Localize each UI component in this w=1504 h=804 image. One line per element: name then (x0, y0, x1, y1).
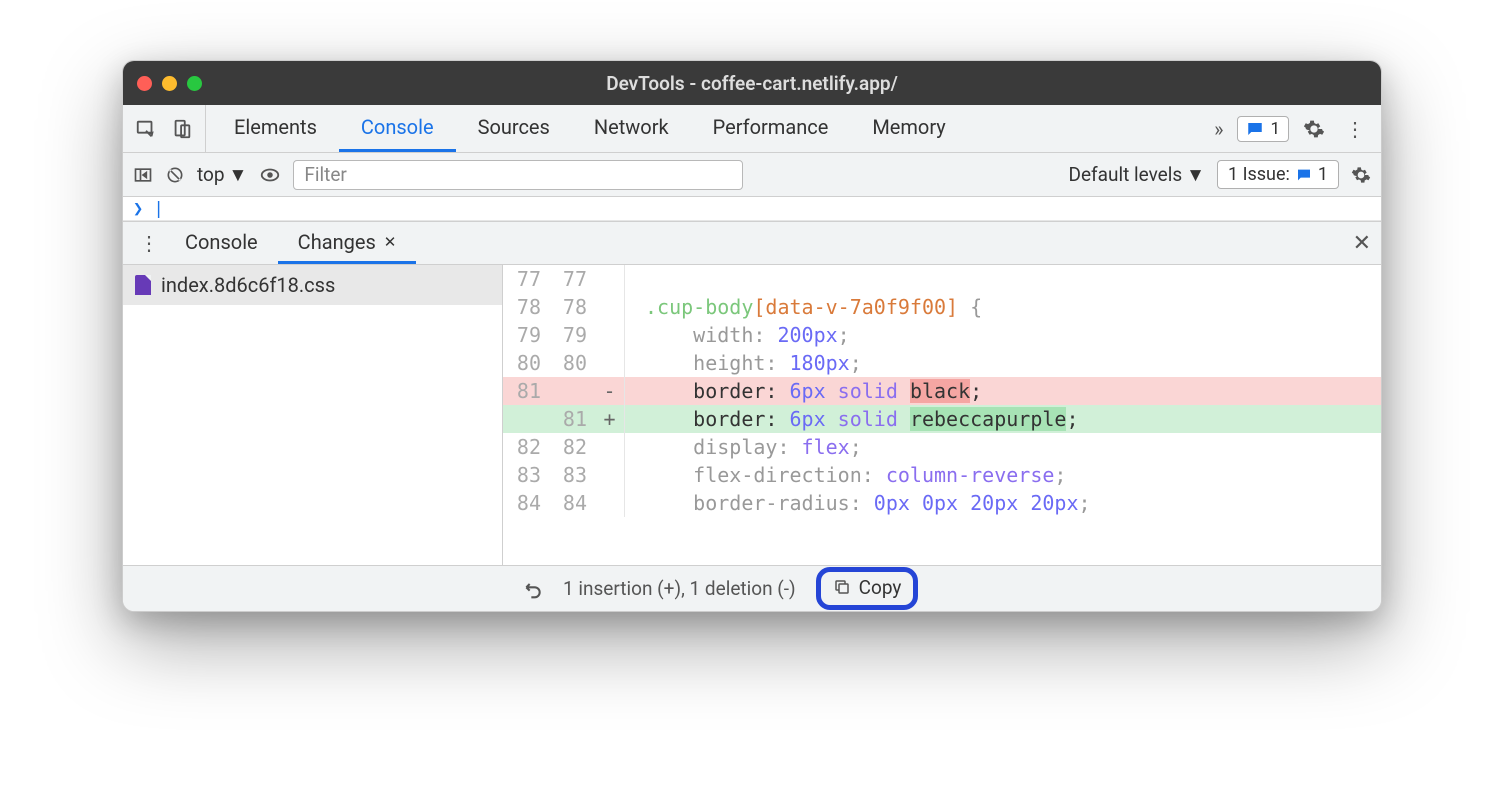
diff-view: 77777878.cup-body[data-v-7a0f9f00] {7979… (503, 265, 1381, 565)
drawer-toolbar: ⋮ ConsoleChanges✕ ✕ (123, 221, 1381, 265)
main-menu-icon[interactable]: ⋮ (1339, 117, 1371, 141)
main-toolbar: ElementsConsoleSourcesNetworkPerformance… (123, 105, 1381, 153)
live-expression-icon[interactable] (259, 164, 281, 186)
issues-badge[interactable]: 1 (1237, 116, 1289, 142)
diff-line: 7979 width: 200px; (503, 321, 1381, 349)
diff-line: 8383 flex-direction: column-reverse; (503, 461, 1381, 489)
tab-memory[interactable]: Memory (850, 105, 967, 152)
filter-input[interactable]: Filter (293, 160, 743, 190)
devtools-window: DevTools - coffee-cart.netlify.app/ Elem… (122, 60, 1382, 612)
tab-sources[interactable]: Sources (456, 105, 572, 152)
traffic-lights (137, 76, 202, 91)
titlebar: DevTools - coffee-cart.netlify.app/ (123, 61, 1381, 105)
tab-network[interactable]: Network (572, 105, 691, 152)
minimize-window-icon[interactable] (162, 76, 177, 91)
copy-highlight: Copy (816, 567, 919, 611)
console-toolbar: top ▼ Filter Default levels ▼ 1 Issue: 1 (123, 153, 1381, 197)
tab-console[interactable]: Console (339, 105, 456, 152)
chevron-down-icon: ▼ (229, 163, 248, 187)
close-tab-icon[interactable]: ✕ (384, 233, 397, 251)
close-drawer-icon[interactable]: ✕ (1353, 231, 1371, 256)
drawer-tab-changes[interactable]: Changes✕ (278, 222, 417, 264)
copy-button[interactable]: Copy (833, 576, 902, 599)
device-toggle-icon[interactable] (171, 118, 193, 140)
issues-badge-count: 1 (1270, 119, 1280, 139)
changes-panel: index.8d6c6f18.css 77777878.cup-body[dat… (123, 265, 1381, 565)
drawer-tab-console[interactable]: Console (165, 222, 278, 264)
changes-summary: 1 insertion (+), 1 deletion (-) (563, 577, 796, 600)
diff-line: 7878.cup-body[data-v-7a0f9f00] { (503, 293, 1381, 321)
changes-footer: 1 insertion (+), 1 deletion (-) Copy (123, 565, 1381, 611)
diff-line: 7777 (503, 265, 1381, 293)
file-item[interactable]: index.8d6c6f18.css (123, 265, 502, 305)
clear-console-icon[interactable] (165, 165, 185, 185)
tab-performance[interactable]: Performance (691, 105, 851, 152)
chevron-down-icon: ▼ (1186, 163, 1205, 187)
close-window-icon[interactable] (137, 76, 152, 91)
filter-placeholder: Filter (304, 163, 346, 186)
console-settings-icon[interactable] (1351, 165, 1371, 185)
maximize-window-icon[interactable] (187, 76, 202, 91)
files-sidebar: index.8d6c6f18.css (123, 265, 503, 565)
file-name: index.8d6c6f18.css (161, 273, 335, 297)
revert-icon[interactable] (523, 579, 543, 599)
diff-line: 81+ border: 6px solid rebeccapurple; (503, 405, 1381, 433)
levels-selector[interactable]: Default levels ▼ (1069, 163, 1205, 187)
diff-line: 8080 height: 180px; (503, 349, 1381, 377)
drawer-menu-icon[interactable]: ⋮ (133, 231, 165, 255)
diff-line: 8282 display: flex; (503, 433, 1381, 461)
context-label: top (197, 163, 225, 186)
context-selector[interactable]: top ▼ (197, 163, 247, 187)
levels-label: Default levels (1069, 163, 1183, 186)
settings-icon[interactable] (1303, 118, 1325, 140)
diff-line: 81- border: 6px solid black; (503, 377, 1381, 405)
window-title: DevTools - coffee-cart.netlify.app/ (606, 72, 898, 95)
more-tabs[interactable]: » (1214, 117, 1223, 141)
diff-line: 8484 border-radius: 0px 0px 20px 20px; (503, 489, 1381, 517)
issues-filter[interactable]: 1 Issue: 1 (1217, 160, 1339, 189)
css-file-icon (135, 275, 151, 295)
inspect-icon[interactable] (135, 118, 157, 140)
issues-count: 1 (1318, 164, 1328, 185)
sidebar-toggle-icon[interactable] (133, 165, 153, 185)
issues-label: 1 Issue: (1228, 164, 1290, 185)
console-prompt[interactable]: ❯ | (123, 197, 1381, 221)
tab-elements[interactable]: Elements (212, 105, 339, 152)
copy-label: Copy (859, 576, 902, 599)
